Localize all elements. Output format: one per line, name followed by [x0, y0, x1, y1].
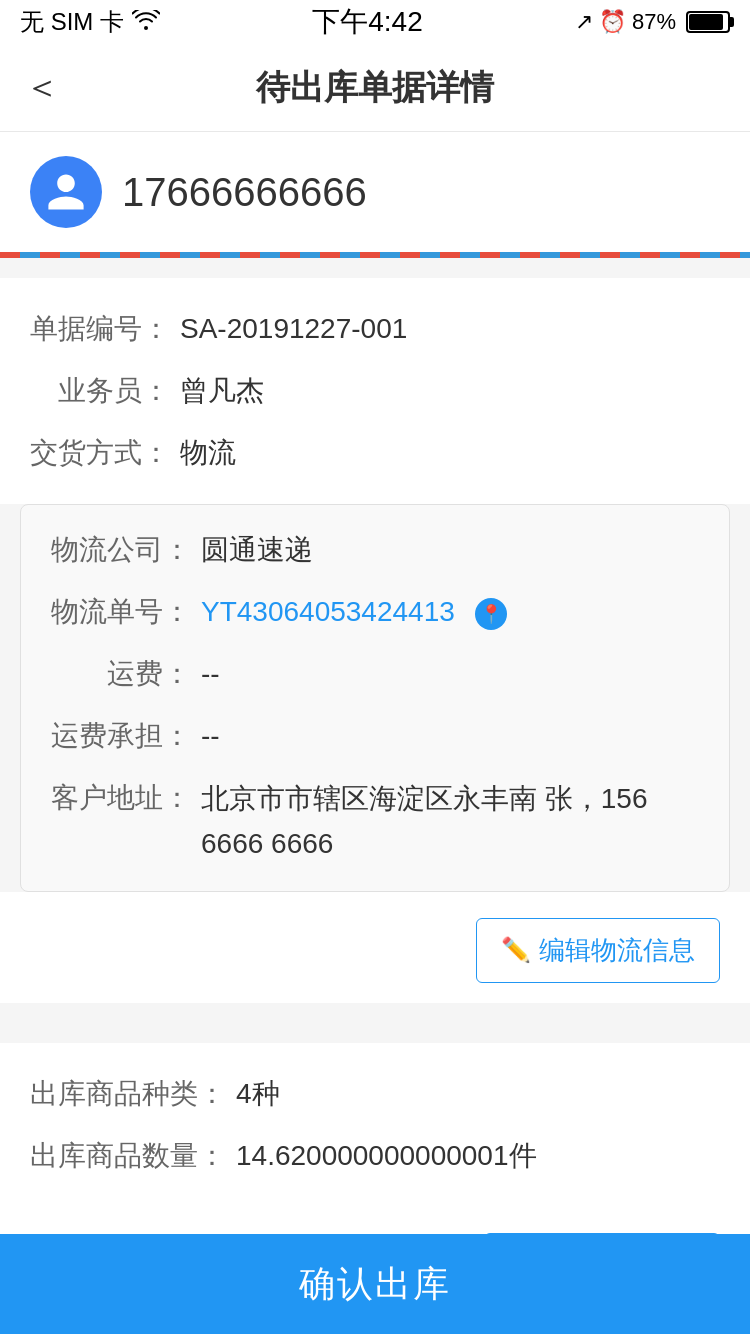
map-pin-icon[interactable]: 📍 — [475, 598, 507, 630]
logistics-card: 物流公司： 圆通速递 物流单号： YT43064053424413 📍 运费： … — [20, 504, 730, 892]
logistics-company-value: 圆通速递 — [201, 529, 699, 571]
salesman-label: 业务员： — [30, 370, 170, 412]
freight-bearer-value: -- — [201, 715, 699, 757]
tracking-number-label: 物流单号： — [51, 591, 191, 633]
tracking-number-row: 物流单号： YT43064053424413 📍 — [51, 591, 699, 633]
edit-icon: ✏️ — [501, 936, 531, 964]
user-header: 17666666666 — [0, 132, 750, 252]
goods-type-row: 出库商品种类： 4种 — [30, 1073, 720, 1115]
status-time: 下午4:42 — [312, 3, 423, 41]
freight-bearer-label: 运费承担： — [51, 715, 191, 757]
battery-percent: 87% — [632, 9, 676, 35]
status-bar: 无 SIM 卡 下午4:42 ↗ ⏰ 87% — [0, 0, 750, 44]
battery-icon — [686, 11, 730, 33]
avatar — [30, 156, 102, 228]
goods-quantity-label: 出库商品数量： — [30, 1135, 226, 1177]
confirm-label: 确认出库 — [299, 1260, 451, 1309]
address-label: 客户地址： — [51, 777, 191, 819]
goods-type-label: 出库商品种类： — [30, 1073, 226, 1115]
document-number-value: SA-20191227-001 — [180, 308, 720, 350]
delivery-row: 交货方式： 物流 — [30, 432, 720, 474]
address-value: 北京市市辖区海淀区永丰南 张，156 6666 6666 — [201, 777, 699, 867]
back-button[interactable]: ＜ — [24, 63, 60, 112]
goods-type-value: 4种 — [236, 1073, 720, 1115]
person-icon — [44, 170, 88, 214]
carrier-label: 无 SIM 卡 — [20, 6, 124, 38]
nav-bar: ＜ 待出库单据详情 — [0, 44, 750, 132]
status-bar-left: 无 SIM 卡 — [20, 6, 160, 38]
delivery-value: 物流 — [180, 432, 720, 474]
tracking-number-value: YT43064053424413 📍 — [201, 591, 699, 633]
alarm-icon: ⏰ — [599, 9, 626, 35]
status-bar-right: ↗ ⏰ 87% — [575, 9, 730, 35]
confirm-button[interactable]: 确认出库 — [0, 1234, 750, 1334]
goods-quantity-row: 出库商品数量： 14.620000000000001件 — [30, 1135, 720, 1177]
document-number-label: 单据编号： — [30, 308, 170, 350]
user-phone: 17666666666 — [122, 170, 367, 215]
edit-logistics-label: 编辑物流信息 — [539, 933, 695, 968]
document-info-section: 单据编号： SA-20191227-001 业务员： 曾凡杰 交货方式： 物流 — [0, 278, 750, 504]
location-status-icon: ↗ — [575, 9, 593, 35]
goods-quantity-value: 14.620000000000001件 — [236, 1135, 720, 1177]
wifi-icon — [132, 8, 160, 36]
freight-row: 运费： -- — [51, 653, 699, 695]
freight-value: -- — [201, 653, 699, 695]
address-row: 客户地址： 北京市市辖区海淀区永丰南 张，156 6666 6666 — [51, 777, 699, 867]
edit-logistics-button[interactable]: ✏️ 编辑物流信息 — [476, 918, 720, 983]
salesman-row: 业务员： 曾凡杰 — [30, 370, 720, 412]
document-number-row: 单据编号： SA-20191227-001 — [30, 308, 720, 350]
freight-bearer-row: 运费承担： -- — [51, 715, 699, 757]
goods-info-section: 出库商品种类： 4种 出库商品数量： 14.620000000000001件 — [0, 1043, 750, 1207]
section-divider — [0, 1003, 750, 1023]
edit-logistics-section: ✏️ 编辑物流信息 — [0, 892, 750, 1003]
dashed-separator — [0, 252, 750, 258]
page-title: 待出库单据详情 — [256, 65, 494, 111]
delivery-label: 交货方式： — [30, 432, 170, 474]
salesman-value: 曾凡杰 — [180, 370, 720, 412]
freight-label: 运费： — [51, 653, 191, 695]
logistics-company-label: 物流公司： — [51, 529, 191, 571]
logistics-company-row: 物流公司： 圆通速递 — [51, 529, 699, 571]
